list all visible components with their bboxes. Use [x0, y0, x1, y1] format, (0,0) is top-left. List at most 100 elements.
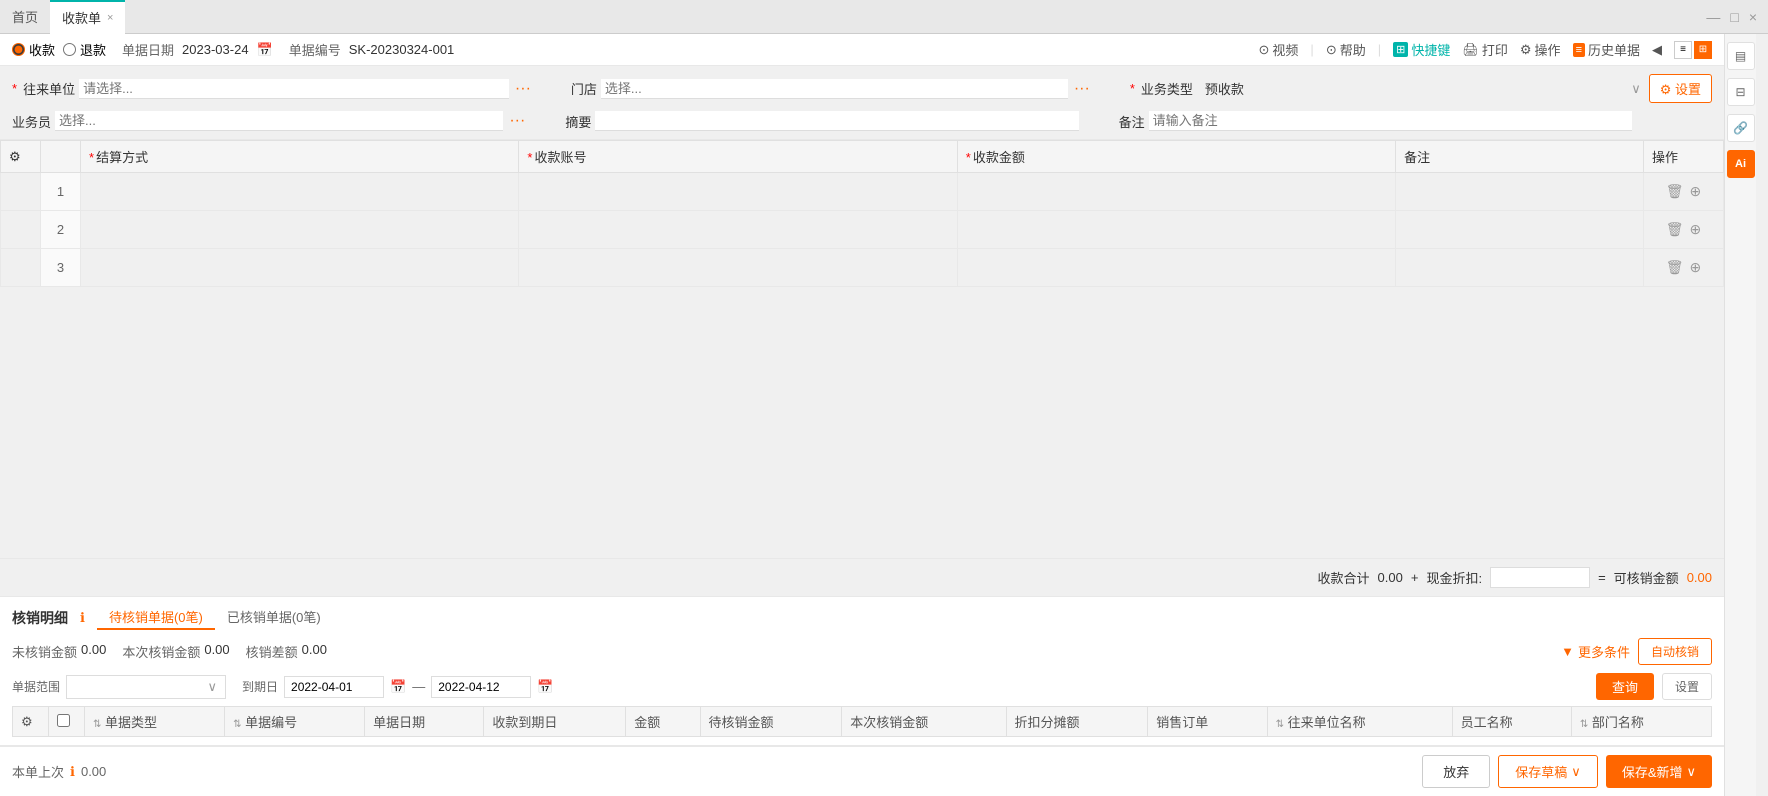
search-settings-btn[interactable]: 设置	[1662, 673, 1712, 700]
discount-input[interactable]	[1490, 567, 1590, 588]
staff-input[interactable]	[55, 111, 503, 131]
layout-icons: ≡ ⊞	[1674, 41, 1712, 59]
tab-receipt[interactable]: 收款单 ×	[50, 0, 125, 34]
video-btn[interactable]: ⊙ 视频	[1259, 40, 1299, 59]
prev-btn[interactable]: ◀	[1652, 42, 1662, 58]
tab-pending-verify[interactable]: 待核销单据(0笔)	[97, 605, 215, 630]
abandon-btn[interactable]: 放弃	[1422, 755, 1490, 788]
history-btn[interactable]: ≡ 历史单据	[1573, 40, 1640, 59]
help-btn[interactable]: ⊙ 帮助	[1326, 40, 1366, 59]
business-type-label: 业务类型	[1141, 79, 1193, 98]
more-conditions-btn[interactable]: ▼ 更多条件	[1561, 642, 1630, 661]
range-field: 单据范围 ∨	[12, 675, 226, 699]
range-select[interactable]: ∨	[66, 675, 226, 699]
row-settlement-2[interactable]	[81, 211, 519, 249]
counterpart-input[interactable]	[79, 79, 509, 99]
tab-bar-right: — □ ×	[1703, 9, 1768, 25]
settings-btn[interactable]: ⚙ 设置	[1649, 74, 1712, 103]
doc-no-value: SK-20230324-001	[349, 42, 455, 57]
date-to-input[interactable]	[431, 676, 531, 698]
row-amount-1[interactable]	[957, 173, 1395, 211]
bt-select-all[interactable]	[57, 714, 70, 727]
save-new-btn[interactable]: 保存&新增 ∨	[1606, 755, 1712, 788]
total-label: 收款合计	[1318, 568, 1370, 587]
right-panel-btn-3[interactable]: 🔗	[1727, 114, 1755, 142]
bt-col-settings: ⚙	[13, 707, 49, 737]
counterpart-more-btn[interactable]: ···	[515, 80, 531, 98]
tab-receipt-close[interactable]: ×	[107, 12, 113, 24]
save-new-arrow: ∨	[1686, 764, 1696, 780]
row-remark-3[interactable]	[1396, 249, 1644, 287]
history-icon: ≡	[1573, 43, 1585, 57]
counterpart-field: * 往来单位 ···	[12, 79, 531, 99]
ai-btn[interactable]: Ai	[1727, 150, 1755, 178]
date-to-icon[interactable]: 📅	[537, 679, 553, 695]
row-copy-icon-1[interactable]: ⊕	[1690, 183, 1702, 200]
row-settlement-1[interactable]	[81, 173, 519, 211]
settings-icon: ⚙	[9, 149, 21, 164]
tab-done-verify[interactable]: 已核销单据(0笔)	[215, 605, 333, 630]
shortcut-btn[interactable]: ⊞ 快捷键	[1393, 40, 1450, 59]
content-area: 收款 退款 单据日期 2023-03-24 📅 单据编号 SK-20230324…	[0, 34, 1724, 796]
staff-more-btn[interactable]: ···	[509, 112, 525, 130]
row-delete-icon-1[interactable]: 🗑	[1666, 183, 1684, 200]
remark-label: 备注	[1119, 112, 1145, 131]
row-delete-icon-2[interactable]: 🗑	[1666, 221, 1684, 238]
layout-grid-icon[interactable]: ⊞	[1694, 41, 1712, 59]
row-checkbox-3	[1, 249, 41, 287]
window-maximize-btn[interactable]: □	[1730, 9, 1738, 25]
bottom-table-container: ⚙ ⇅ 单据类型 ⇅ 单据编号	[12, 706, 1712, 737]
summary-field: 摘要	[565, 111, 1078, 131]
auto-verify-btn[interactable]: 自动核销	[1638, 638, 1712, 665]
row-copy-icon-2[interactable]: ⊕	[1690, 221, 1702, 238]
date-from-input[interactable]	[284, 676, 384, 698]
verify-info-icon[interactable]: ℹ	[80, 610, 85, 626]
calendar-icon[interactable]: 📅	[257, 42, 273, 58]
query-btn[interactable]: 查询	[1596, 673, 1654, 700]
help-icon: ⊙	[1326, 42, 1337, 58]
row-account-2[interactable]	[519, 211, 957, 249]
store-more-btn[interactable]: ···	[1074, 80, 1090, 98]
range-select-arrow: ∨	[208, 679, 218, 695]
receipt-radio[interactable]: 收款	[12, 40, 55, 59]
save-draft-btn[interactable]: 保存草稿 ∨	[1498, 755, 1598, 788]
col-action-header: 操作	[1644, 141, 1724, 173]
operation-btn[interactable]: ⚙ 操作	[1520, 40, 1561, 59]
store-input[interactable]	[601, 79, 1068, 99]
col-settings-header[interactable]: ⚙	[1, 141, 41, 173]
this-time-info-icon[interactable]: ℹ	[70, 764, 75, 780]
row-account-1[interactable]	[519, 173, 957, 211]
row-remark-1[interactable]	[1396, 173, 1644, 211]
row-delete-icon-3[interactable]: 🗑	[1666, 259, 1684, 276]
row-account-3[interactable]	[519, 249, 957, 287]
right-panel-btn-2[interactable]: ⊟	[1727, 78, 1755, 106]
row-remark-2[interactable]	[1396, 211, 1644, 249]
search-row: 单据范围 ∨ 到期日 📅 — 📅	[12, 673, 1712, 700]
print-btn[interactable]: 🖨 打印	[1462, 40, 1508, 59]
summary-input[interactable]	[595, 111, 1078, 131]
window-close-btn[interactable]: ×	[1749, 9, 1757, 25]
row-copy-icon-3[interactable]: ⊕	[1690, 259, 1702, 276]
footer-right: 放弃 保存草稿 ∨ 保存&新增 ∨	[1422, 755, 1712, 788]
window-minimize-btn[interactable]: —	[1706, 9, 1720, 25]
tab-home[interactable]: 首页	[0, 0, 50, 34]
layout-list-icon[interactable]: ≡	[1674, 41, 1692, 59]
due-date-field: 到期日 📅 — 📅	[242, 676, 553, 698]
bt-settings-icon[interactable]: ⚙	[21, 714, 33, 729]
row-settlement-3[interactable]	[81, 249, 519, 287]
filter-icon: ▼	[1561, 644, 1574, 659]
bt-col-discount: 折扣分摊额	[1006, 707, 1148, 737]
store-field: 门店 ···	[571, 79, 1090, 99]
this-time-label: 本单上次	[12, 762, 64, 781]
date-from-icon[interactable]: 📅	[390, 679, 406, 695]
remark-input[interactable]	[1149, 111, 1632, 131]
right-panel-btn-1[interactable]: ▤	[1727, 42, 1755, 70]
shortcut-icon: ⊞	[1393, 42, 1408, 57]
bt-col-amount: 金额	[626, 707, 700, 737]
row-amount-3[interactable]	[957, 249, 1395, 287]
row-amount-2[interactable]	[957, 211, 1395, 249]
refund-radio[interactable]: 退款	[63, 40, 106, 59]
business-type-arrow[interactable]: ∨	[1631, 81, 1641, 97]
col-account-header: *收款账号	[519, 141, 957, 173]
row-action-1: 🗑 ⊕	[1644, 173, 1724, 211]
